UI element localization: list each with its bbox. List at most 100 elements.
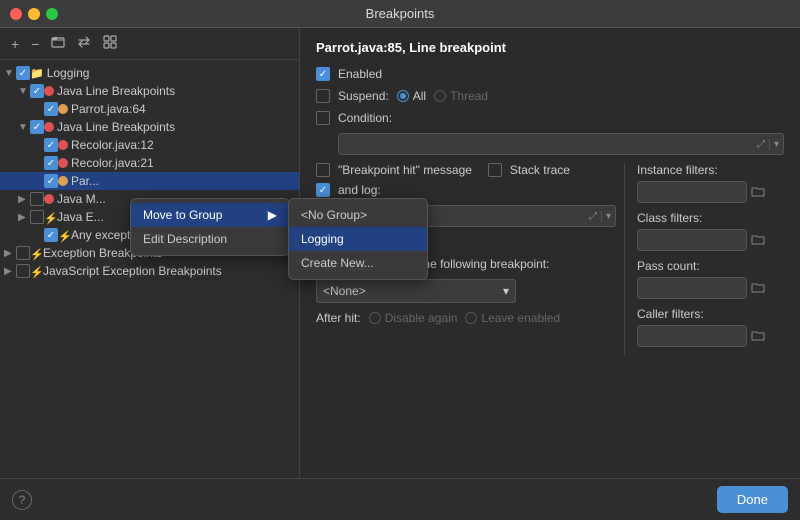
log-arrow-button[interactable]: ▾ (601, 211, 615, 222)
condition-label: Condition: (338, 111, 392, 125)
stack-trace-checkbox[interactable] (488, 163, 502, 177)
instance-filters-folder-button[interactable] (751, 184, 765, 200)
item-label: Java M... (57, 192, 106, 206)
message-label: "Breakpoint hit" message (338, 163, 472, 177)
instance-filters-input[interactable] (637, 181, 747, 203)
chevron-icon: ▼ (4, 68, 16, 79)
pass-count-input[interactable] (637, 277, 747, 299)
tree-item-java-line-1[interactable]: ▼ ✓ Java Line Breakpoints (0, 82, 299, 100)
toolbar-btn4[interactable] (74, 33, 94, 54)
context-menu-edit-description[interactable]: Edit Description (131, 227, 289, 251)
item-label: Logging (47, 66, 90, 80)
item-checkbox[interactable]: ✓ (16, 66, 30, 80)
item-label: Java E... (57, 210, 104, 224)
item-checkbox[interactable]: ✓ (44, 156, 58, 170)
condition-arrow-button[interactable]: ▾ (769, 139, 783, 150)
tree-item-recolor12[interactable]: ✓ Recolor.java:12 (0, 136, 299, 154)
lightning-icon: ⚡ (44, 212, 54, 222)
item-label: Par... (71, 174, 99, 188)
item-checkbox[interactable]: ✓ (44, 138, 58, 152)
submenu: <No Group> Logging Create New... (288, 198, 428, 280)
radio-thread-label: Thread (450, 89, 488, 103)
maximize-button[interactable] (46, 8, 58, 20)
suspend-checkbox[interactable] (316, 89, 330, 103)
dot-icon (58, 176, 68, 186)
radio-thread[interactable]: Thread (434, 89, 488, 103)
chevron-icon: ▶ (18, 212, 30, 223)
enabled-checkbox[interactable]: ✓ (316, 67, 330, 81)
pass-count-folder-button[interactable] (751, 280, 765, 296)
item-checkbox[interactable]: ✓ (44, 228, 58, 242)
tree-item-logging[interactable]: ▼ ✓ 📁 Logging (0, 64, 299, 82)
class-filters-input[interactable] (637, 229, 747, 251)
expand-log-button[interactable]: ⤢ (585, 211, 601, 222)
item-checkbox[interactable] (16, 264, 30, 278)
logging-label: Logging (301, 232, 344, 246)
window-controls (10, 8, 58, 20)
dot-icon (44, 86, 54, 96)
radio-disable-again-circle (369, 312, 381, 324)
class-filters-row (637, 229, 784, 251)
item-label: Java Line Breakpoints (57, 120, 175, 134)
toolbar-btn5[interactable] (100, 33, 120, 54)
after-hit-label: After hit: (316, 311, 361, 325)
caller-filters-folder-button[interactable] (751, 328, 765, 344)
tree-item-parrot85[interactable]: ✓ Par... (0, 172, 299, 190)
submenu-arrow-icon: ▶ (268, 208, 277, 222)
toolbar-btn3[interactable] (48, 33, 68, 54)
submenu-logging[interactable]: Logging (289, 227, 427, 251)
message-checkbox[interactable] (316, 163, 330, 177)
tree-item-parrot64[interactable]: ✓ Parrot.java:64 (0, 100, 299, 118)
message-row: "Breakpoint hit" message Stack trace (316, 163, 616, 177)
remove-button[interactable]: − (28, 34, 42, 54)
context-menu: Move to Group ▶ Edit Description (130, 198, 290, 256)
condition-input[interactable] (339, 135, 753, 153)
radio-leave-enabled-circle (465, 312, 477, 324)
tree-item-js-exception-bp[interactable]: ▶ ⚡ JavaScript Exception Breakpoints (0, 262, 299, 280)
add-button[interactable]: + (8, 34, 22, 54)
submenu-create-new[interactable]: Create New... (289, 251, 427, 275)
expand-condition-button[interactable]: ⤢ (753, 139, 769, 150)
folder-icon (51, 35, 65, 49)
context-menu-move-to-group[interactable]: Move to Group ▶ (131, 203, 289, 227)
item-checkbox[interactable]: ✓ (44, 174, 58, 188)
enabled-row: ✓ Enabled (316, 67, 784, 81)
caller-filters-input[interactable] (637, 325, 747, 347)
radio-disable-again[interactable]: Disable again (369, 311, 458, 325)
item-checkbox[interactable] (16, 246, 30, 260)
item-checkbox[interactable]: ✓ (30, 84, 44, 98)
radio-leave-enabled[interactable]: Leave enabled (465, 311, 560, 325)
log-checkbox[interactable]: ✓ (316, 183, 330, 197)
toolbar: + − (0, 28, 299, 60)
close-button[interactable] (10, 8, 22, 20)
dot-icon (44, 194, 54, 204)
condition-checkbox[interactable] (316, 111, 330, 125)
after-hit-row: After hit: Disable again Leave enabled (316, 311, 616, 325)
radio-all[interactable]: All (397, 89, 426, 103)
chevron-icon: ▼ (18, 122, 30, 133)
class-filters-folder-button[interactable] (751, 232, 765, 248)
folder-icon: 📁 (30, 67, 44, 80)
suspend-label: Suspend: (338, 89, 389, 103)
bottom-bar: ? Done (0, 478, 800, 520)
folder-open-icon-4 (751, 329, 765, 341)
item-checkbox[interactable] (30, 210, 44, 224)
done-button[interactable]: Done (717, 486, 788, 513)
dot-icon (44, 122, 54, 132)
item-checkbox[interactable]: ✓ (30, 120, 44, 134)
item-label: Recolor.java:12 (71, 138, 154, 152)
help-button[interactable]: ? (12, 490, 32, 510)
caller-filters-label: Caller filters: (637, 307, 784, 321)
disable-dropdown[interactable]: <None> ▾ (316, 279, 516, 303)
submenu-no-group[interactable]: <No Group> (289, 203, 427, 227)
condition-input-wrapper: ⤢ ▾ (338, 133, 784, 155)
folder-open-icon-3 (751, 281, 765, 293)
chevron-icon: ▶ (4, 266, 16, 277)
tree-item-recolor21[interactable]: ✓ Recolor.java:21 (0, 154, 299, 172)
tree-item-java-line-2[interactable]: ▼ ✓ Java Line Breakpoints (0, 118, 299, 136)
minimize-button[interactable] (28, 8, 40, 20)
item-checkbox[interactable]: ✓ (44, 102, 58, 116)
item-checkbox[interactable] (30, 192, 44, 206)
item-label: Parrot.java:64 (71, 102, 146, 116)
stack-trace-label: Stack trace (510, 163, 570, 177)
